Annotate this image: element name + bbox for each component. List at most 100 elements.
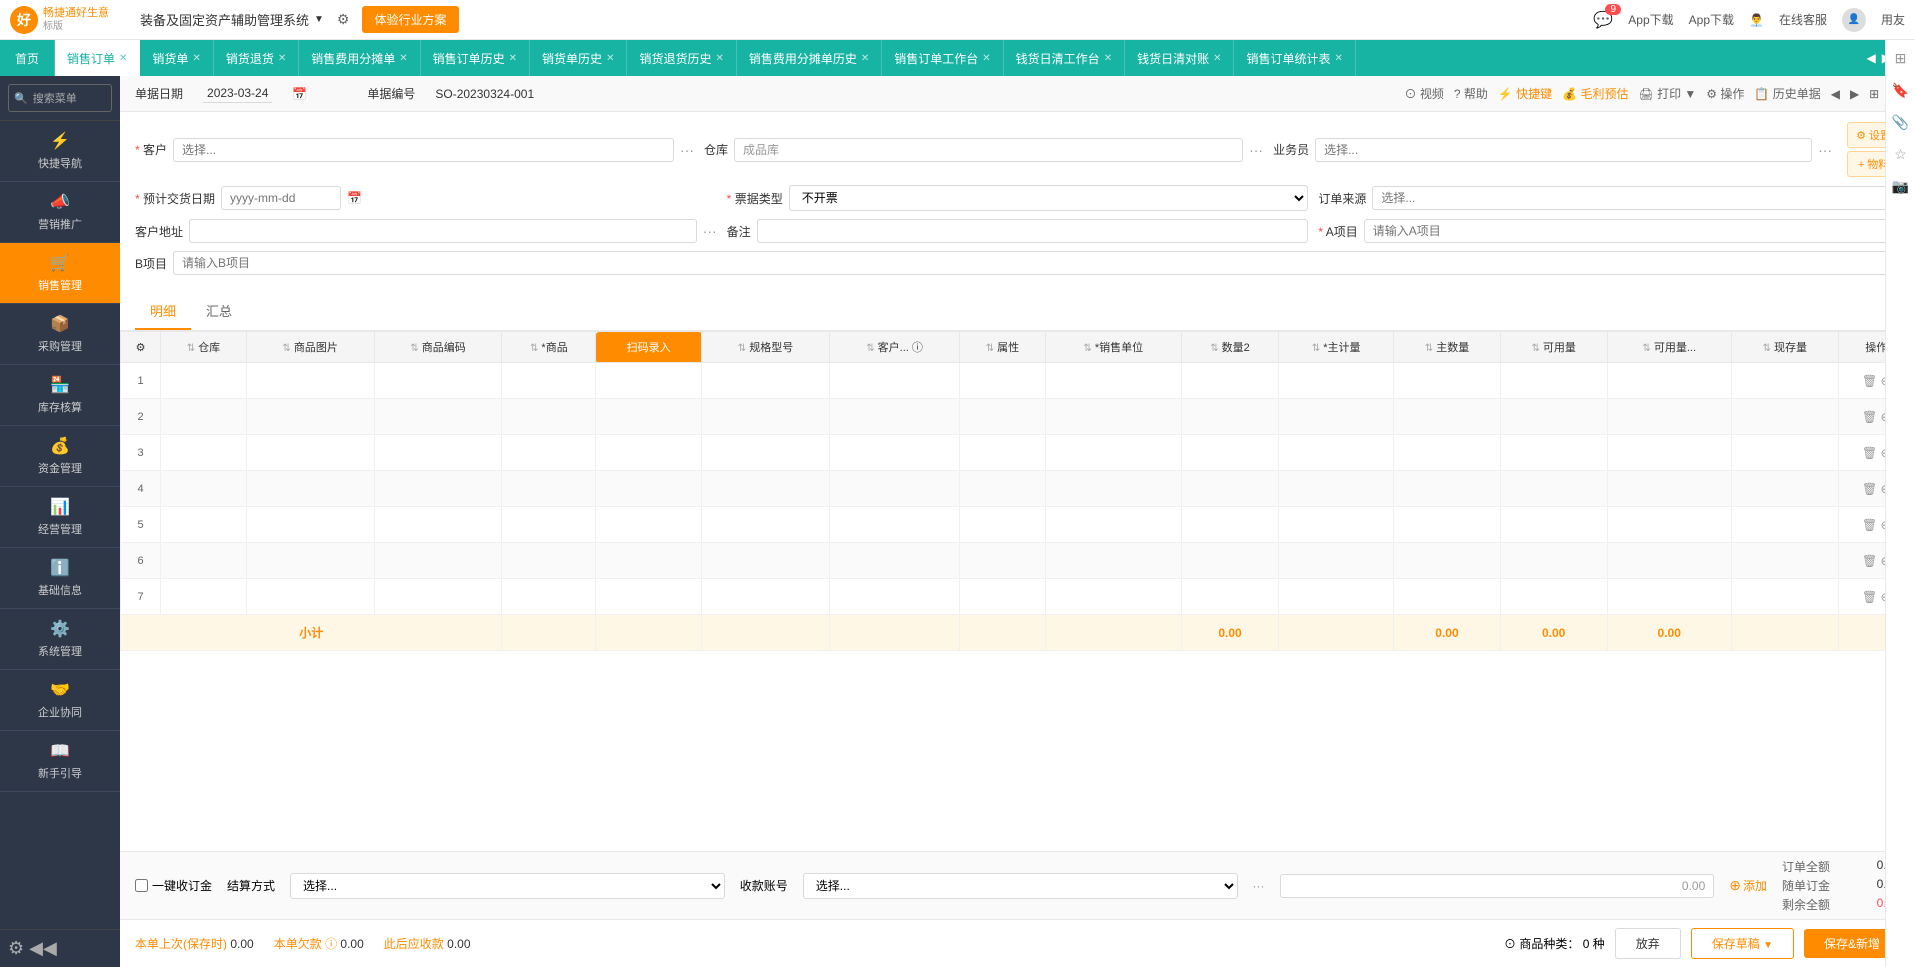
row-2-product[interactable]: [502, 399, 596, 435]
dots-btn2[interactable]: ···: [1253, 879, 1265, 893]
row-1-customer-code[interactable]: [829, 363, 959, 399]
row-6-attribute[interactable]: [960, 543, 1046, 579]
row-4-main-qty[interactable]: [1394, 471, 1501, 507]
sidebar-item-cooperation[interactable]: 🤝 企业协同: [0, 670, 120, 731]
tab-sales-history[interactable]: 销货单历史 ✕: [530, 40, 627, 76]
sidebar-item-purchase[interactable]: 📦 采购管理: [0, 304, 120, 365]
row-2-attribute[interactable]: [960, 399, 1046, 435]
remark-input[interactable]: [757, 219, 1309, 243]
delete-icon[interactable]: 🗑: [1862, 590, 1877, 604]
tab-sales-return[interactable]: 销货退货 ✕: [214, 40, 299, 76]
row-7-unit[interactable]: [1045, 579, 1181, 615]
shortcut-tool[interactable]: ⚡ 快捷键: [1498, 85, 1552, 102]
delete-icon[interactable]: 🗑: [1862, 482, 1877, 496]
row-7-warehouse[interactable]: [161, 579, 247, 615]
calendar-icon[interactable]: 📅: [292, 87, 307, 101]
row-6-qty2[interactable]: [1181, 543, 1278, 579]
address-dots-icon[interactable]: ···: [703, 223, 717, 239]
tab-close-icon[interactable]: ✕: [278, 53, 286, 64]
sidebar-item-inventory[interactable]: 🏪 库存核算: [0, 365, 120, 426]
sidebar-item-finance[interactable]: 💰 资金管理: [0, 426, 120, 487]
sidebar-collapse-icon[interactable]: ◀◀: [29, 938, 57, 959]
customer-input[interactable]: [173, 138, 674, 162]
row-5-spec[interactable]: [702, 507, 830, 543]
row-6-unit[interactable]: [1045, 543, 1181, 579]
tab-statistics[interactable]: 销售订单统计表 ✕: [1234, 40, 1355, 76]
tab-sales-order[interactable]: 销售订单 ✕: [55, 40, 140, 76]
date-value[interactable]: 2023-03-24: [203, 84, 272, 103]
row-3-qty2[interactable]: [1181, 435, 1278, 471]
solution-btn[interactable]: 体验行业方案: [362, 6, 458, 33]
grid-view-icon[interactable]: ⊞: [1869, 87, 1879, 101]
tab-daily-workbench[interactable]: 钱货日清工作台 ✕: [1004, 40, 1125, 76]
row-2-spec[interactable]: [702, 399, 830, 435]
row-5-product[interactable]: [502, 507, 596, 543]
invoice-type-select[interactable]: 不开票 增值税普通发票 增值税专用发票: [789, 185, 1309, 211]
row-1-code[interactable]: [374, 363, 502, 399]
save-draft-button[interactable]: 保存草稿 ▼: [1691, 928, 1794, 959]
profit-tool[interactable]: 💰 毛利预估: [1562, 85, 1628, 102]
row-1-unit[interactable]: [1045, 363, 1181, 399]
discard-button[interactable]: 放弃: [1615, 928, 1681, 959]
tab-close-icon[interactable]: ✕: [1335, 53, 1343, 64]
row-2-warehouse[interactable]: [161, 399, 247, 435]
col-scan[interactable]: 扫码录入: [596, 332, 702, 363]
row-3-spec[interactable]: [702, 435, 830, 471]
right-tool-1[interactable]: ⊞: [1895, 50, 1907, 67]
row-1-warehouse[interactable]: [161, 363, 247, 399]
tab-close-icon[interactable]: ✕: [982, 53, 990, 64]
row-4-warehouse[interactable]: [161, 471, 247, 507]
row-2-main-unit[interactable]: [1279, 399, 1394, 435]
row-4-qty2[interactable]: [1181, 471, 1278, 507]
row-5-warehouse[interactable]: [161, 507, 247, 543]
sidebar-item-management[interactable]: 📊 经营管理: [0, 487, 120, 548]
help-tool[interactable]: ? 帮助: [1454, 85, 1488, 102]
tab-close-icon[interactable]: ✕: [1104, 53, 1112, 64]
row-6-code[interactable]: [374, 543, 502, 579]
delivery-calendar-icon[interactable]: 📅: [347, 191, 362, 205]
quick-order-label[interactable]: 一键收订金: [135, 877, 212, 894]
row-5-qty2[interactable]: [1181, 507, 1278, 543]
row-2-main-qty[interactable]: [1394, 399, 1501, 435]
right-tool-3[interactable]: 📎: [1892, 114, 1909, 131]
sidebar-item-marketing[interactable]: 📣 营销推广: [0, 182, 120, 243]
tab-return-history[interactable]: 销货退货历史 ✕: [627, 40, 736, 76]
salesperson-dots-icon[interactable]: ···: [1818, 142, 1832, 158]
customer-dots-icon[interactable]: ···: [680, 142, 694, 158]
row-6-spec[interactable]: [702, 543, 830, 579]
add-button[interactable]: ⊕ 添加: [1729, 877, 1767, 894]
delete-icon[interactable]: 🗑: [1862, 518, 1877, 532]
system-title[interactable]: 装备及固定资产辅助管理系统 ▼: [140, 10, 324, 29]
warehouse-input[interactable]: [734, 138, 1243, 162]
tab-close-icon[interactable]: ✕: [119, 53, 127, 64]
row-3-customer-code[interactable]: [829, 435, 959, 471]
tab-summary[interactable]: 汇总: [191, 293, 247, 330]
delete-icon[interactable]: 🗑: [1862, 410, 1877, 424]
row-2-code[interactable]: [374, 399, 502, 435]
tab-sales-order-history[interactable]: 销售订单历史 ✕: [421, 40, 530, 76]
current-order-info-icon[interactable]: ⓘ: [325, 937, 337, 951]
col-settings[interactable]: ⚙: [121, 332, 161, 363]
row-4-customer-code[interactable]: [829, 471, 959, 507]
tab-home[interactable]: 首页: [0, 40, 55, 76]
row-5-attribute[interactable]: [960, 507, 1046, 543]
delete-icon[interactable]: 🗑: [1862, 374, 1877, 388]
row-6-main-qty[interactable]: [1394, 543, 1501, 579]
tab-close-icon[interactable]: ✕: [399, 53, 407, 64]
tab-close-icon[interactable]: ✕: [861, 53, 869, 64]
sidebar-item-baseinfo[interactable]: ℹ️ 基础信息: [0, 548, 120, 609]
account-select[interactable]: 选择...: [803, 873, 1238, 899]
row-6-warehouse[interactable]: [161, 543, 247, 579]
sidebar-item-sales[interactable]: 🛒 销售管理: [0, 243, 120, 304]
app-download-link[interactable]: App下载: [1628, 11, 1673, 28]
row-5-customer-code[interactable]: [829, 507, 959, 543]
tab-close-icon[interactable]: ✕: [715, 53, 723, 64]
row-2-qty2[interactable]: [1181, 399, 1278, 435]
row-7-main-qty[interactable]: [1394, 579, 1501, 615]
row-6-main-unit[interactable]: [1279, 543, 1394, 579]
tab-close-icon[interactable]: ✕: [1213, 53, 1221, 64]
row-7-qty2[interactable]: [1181, 579, 1278, 615]
row-1-spec[interactable]: [702, 363, 830, 399]
delivery-date-input[interactable]: [221, 186, 341, 210]
delete-icon[interactable]: 🗑: [1862, 554, 1877, 568]
